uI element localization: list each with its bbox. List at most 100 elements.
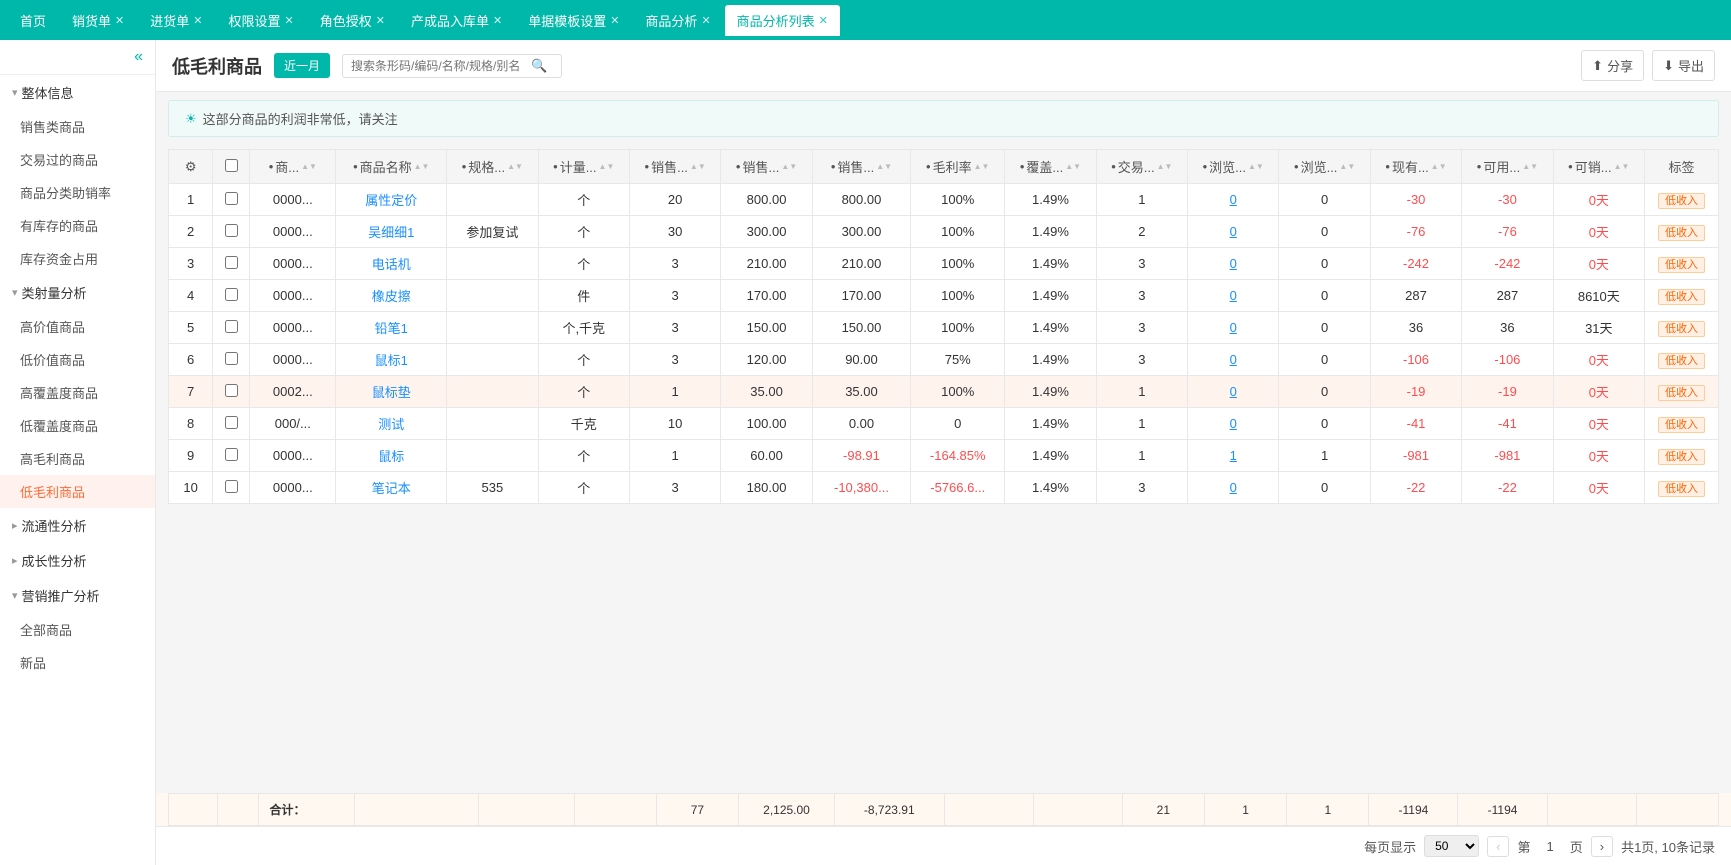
row-select[interactable] [225,352,238,365]
col-gross-rate[interactable]: •毛利率▲▼ [911,150,1005,184]
row-name[interactable]: 吴细细1 [336,216,447,248]
sidebar-item-low-value[interactable]: 低价值商品 [0,343,155,376]
row-checkbox[interactable] [213,216,250,248]
row-browse1[interactable]: 0 [1188,376,1279,408]
row-checkbox[interactable] [213,376,250,408]
row-checkbox[interactable] [213,344,250,376]
sidebar-item-low-margin[interactable]: 低毛利商品 [0,475,155,508]
nav-sales-close[interactable]: ✕ [115,14,124,27]
export-btn[interactable]: ⬇ 导出 [1652,50,1715,81]
nav-permission-close[interactable]: ✕ [285,14,294,27]
nav-sales[interactable]: 销货单 ✕ [60,5,136,36]
nav-permission[interactable]: 权限设置 ✕ [216,5,305,36]
col-settings[interactable]: ⚙ [169,150,213,184]
sidebar-item-high-coverage[interactable]: 高覆盖度商品 [0,376,155,409]
row-checkbox[interactable] [213,280,250,312]
row-checkbox[interactable] [213,248,250,280]
row-browse1[interactable]: 0 [1188,184,1279,216]
sidebar-group-overall[interactable]: ▾ 整体信息 [0,75,155,110]
row-name[interactable]: 鼠标 [336,440,447,472]
col-checkbox[interactable] [213,150,250,184]
row-checkbox[interactable] [213,408,250,440]
search-input[interactable] [351,59,531,73]
sidebar-item-high-margin[interactable]: 高毛利商品 [0,442,155,475]
col-tag[interactable]: 标签 [1645,150,1719,184]
sidebar-item-stock-capital[interactable]: 库存资金占用 [0,242,155,275]
row-select[interactable] [225,256,238,269]
nav-template-close[interactable]: ✕ [610,14,619,27]
row-checkbox[interactable] [213,440,250,472]
nav-product-in[interactable]: 产成品入库单 ✕ [399,5,514,36]
row-select[interactable] [225,416,238,429]
row-name[interactable]: 鼠标1 [336,344,447,376]
col-sale-profit[interactable]: •销售...▲▼ [812,150,910,184]
nav-goods-analysis-close[interactable]: ✕ [701,14,710,27]
sidebar-group-marketing[interactable]: ▾ 营销推广分析 [0,578,155,613]
row-checkbox[interactable] [213,472,250,504]
row-name[interactable]: 笔记本 [336,472,447,504]
table-container[interactable]: ⚙ •商...▲▼ •商品名称▲▼ •规格...▲▼ [156,141,1731,793]
row-name[interactable]: 电话机 [336,248,447,280]
row-select[interactable] [225,448,238,461]
sidebar-item-all-goods[interactable]: 全部商品 [0,613,155,646]
row-select[interactable] [225,480,238,493]
row-select[interactable] [225,288,238,301]
sidebar-group-category-analysis[interactable]: ▾ 类射量分析 [0,275,155,310]
nav-purchase[interactable]: 进货单 ✕ [138,5,214,36]
sidebar-item-in-stock[interactable]: 有库存的商品 [0,209,155,242]
settings-icon[interactable]: ⚙ [185,159,197,174]
row-browse1[interactable]: 1 [1188,440,1279,472]
nav-template[interactable]: 单据模板设置 ✕ [516,5,631,36]
col-saleable[interactable]: •可销...▲▼ [1553,150,1644,184]
sidebar-item-category-rate[interactable]: 商品分类助销率 [0,176,155,209]
col-sale-count[interactable]: •销售...▲▼ [629,150,720,184]
nav-role-close[interactable]: ✕ [376,14,385,27]
row-select[interactable] [225,384,238,397]
nav-role[interactable]: 角色授权 ✕ [308,5,397,36]
row-name[interactable]: 测试 [336,408,447,440]
date-filter-btn[interactable]: 近一月 [274,53,330,78]
sidebar-item-traded-goods[interactable]: 交易过的商品 [0,143,155,176]
nav-purchase-close[interactable]: ✕ [193,14,202,27]
next-page-btn[interactable]: › [1591,836,1613,857]
row-select[interactable] [225,192,238,205]
col-unit[interactable]: •计量...▲▼ [538,150,629,184]
col-browse1[interactable]: •浏览...▲▼ [1188,150,1279,184]
row-browse1[interactable]: 0 [1188,408,1279,440]
page-size-select[interactable]: 50 100 200 [1424,835,1479,857]
nav-product-in-close[interactable]: ✕ [493,14,502,27]
row-name[interactable]: 属性定价 [336,184,447,216]
row-checkbox[interactable] [213,184,250,216]
sidebar-group-liquidity[interactable]: ▸ 流通性分析 [0,508,155,543]
prev-page-btn[interactable]: ‹ [1487,836,1509,857]
nav-home[interactable]: 首页 [8,5,58,36]
row-browse1[interactable]: 0 [1188,312,1279,344]
row-browse1[interactable]: 0 [1188,472,1279,504]
col-name[interactable]: •商品名称▲▼ [336,150,447,184]
share-btn[interactable]: ⬆ 分享 [1581,50,1644,81]
col-current-stock[interactable]: •现有...▲▼ [1370,150,1461,184]
row-browse1[interactable]: 0 [1188,248,1279,280]
col-spec[interactable]: •规格...▲▼ [447,150,538,184]
row-name[interactable]: 鼠标垫 [336,376,447,408]
col-code[interactable]: •商...▲▼ [250,150,336,184]
nav-goods-analysis[interactable]: 商品分析 ✕ [633,5,722,36]
row-checkbox[interactable] [213,312,250,344]
sidebar-collapse-btn[interactable]: « [130,44,147,70]
search-icon[interactable]: 🔍 [531,58,547,74]
row-select[interactable] [225,320,238,333]
col-sale-price[interactable]: •销售...▲▼ [721,150,812,184]
nav-goods-analysis-list-close[interactable]: ✕ [819,14,828,27]
row-browse1[interactable]: 0 [1188,280,1279,312]
row-browse1[interactable]: 0 [1188,344,1279,376]
col-trade[interactable]: •交易...▲▼ [1096,150,1187,184]
row-browse1[interactable]: 0 [1188,216,1279,248]
col-browse2[interactable]: •浏览...▲▼ [1279,150,1370,184]
sidebar-item-high-value[interactable]: 高价值商品 [0,310,155,343]
sidebar-item-sales-goods[interactable]: 销售类商品 [0,110,155,143]
col-available[interactable]: •可用...▲▼ [1462,150,1553,184]
row-name[interactable]: 橡皮擦 [336,280,447,312]
col-coverage[interactable]: •覆盖...▲▼ [1005,150,1096,184]
sidebar-item-low-coverage[interactable]: 低覆盖度商品 [0,409,155,442]
row-select[interactable] [225,224,238,237]
